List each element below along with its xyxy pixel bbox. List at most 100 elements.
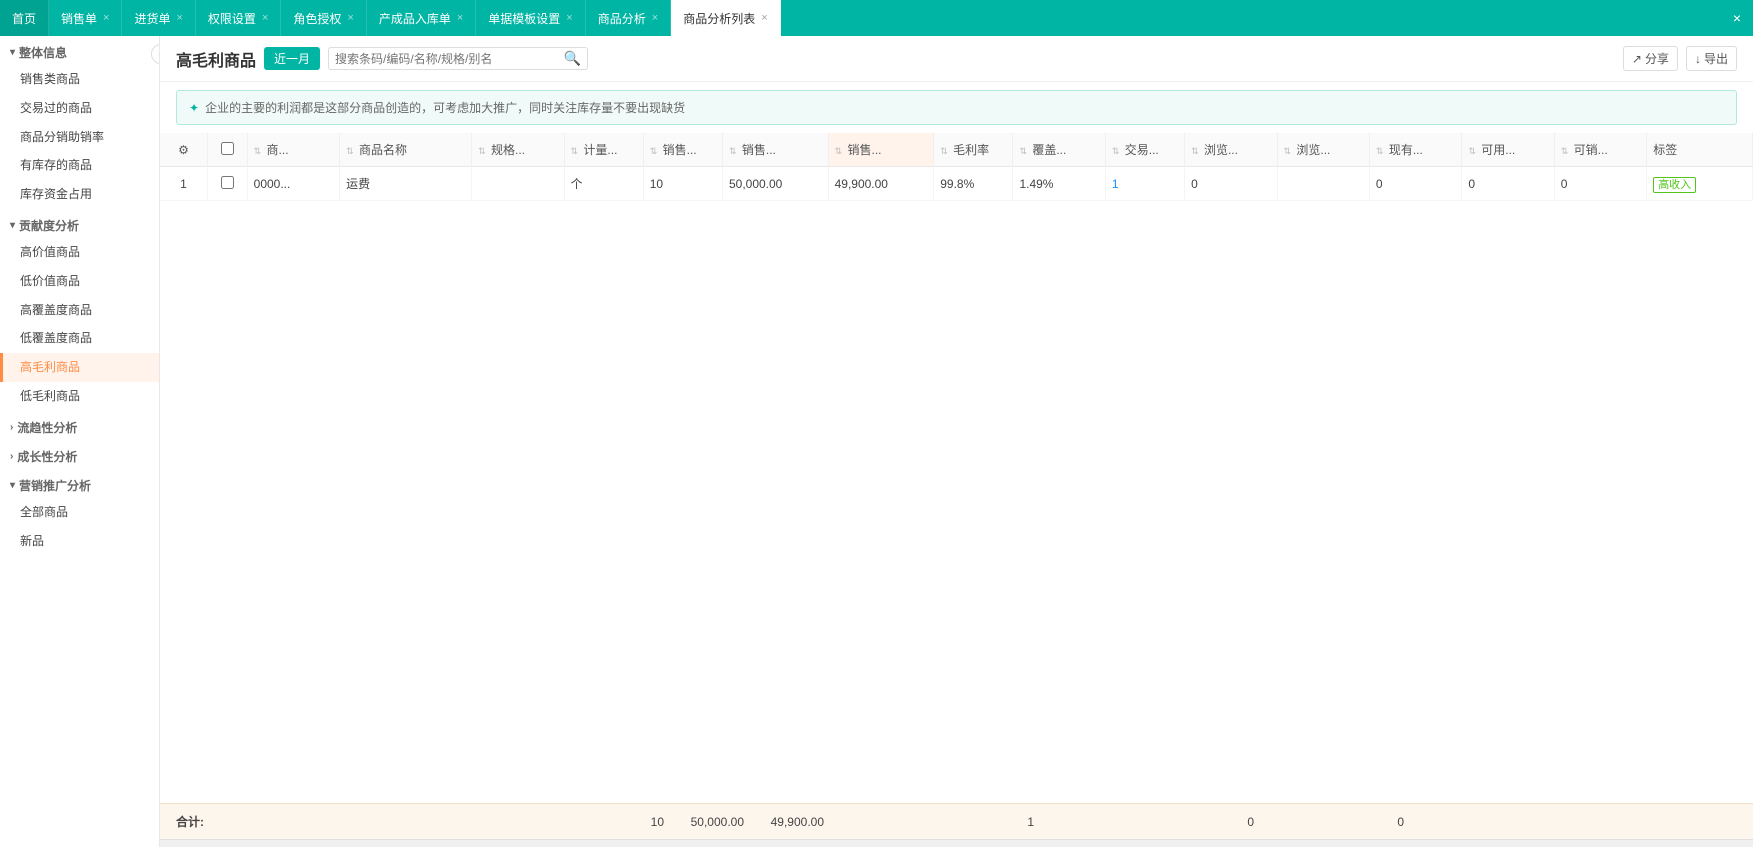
sidebar-item-high-margin[interactable]: 高毛利商品: [0, 353, 159, 382]
export-button[interactable]: ↓ 导出: [1686, 46, 1737, 71]
info-banner: ✦ 企业的主要的利润都是这部分商品创造的，可考虑加大推广，同时关注库存量不要出现…: [176, 90, 1737, 125]
th-gross-rate[interactable]: ⇅ 毛利率: [934, 133, 1013, 167]
cell-stock1: 0: [1369, 167, 1461, 201]
cell-tag: 高收入: [1647, 167, 1753, 201]
th-stock2[interactable]: ⇅ 可用...: [1462, 133, 1554, 167]
th-tag[interactable]: 标签: [1647, 133, 1753, 167]
table-row: 1 0000... 运费 个 10 50,000.00 49,900.00 99…: [160, 167, 1753, 201]
nav-tab-purchase[interactable]: 进货单 ×: [122, 0, 195, 36]
close-purchase-tab[interactable]: ×: [176, 12, 182, 24]
th-stock1[interactable]: ⇅ 现有...: [1369, 133, 1461, 167]
trade-link[interactable]: 1: [1112, 177, 1119, 191]
th-sellable[interactable]: ⇅ 可销...: [1554, 133, 1646, 167]
group-arrow-growth: ›: [10, 451, 13, 462]
th-spec[interactable]: ⇅ 规格...: [472, 133, 564, 167]
sidebar-item-high-value[interactable]: 高价值商品: [0, 238, 159, 267]
nav-tab-permissions[interactable]: 权限设置 ×: [196, 0, 281, 36]
th-unit[interactable]: ⇅ 计量...: [564, 133, 643, 167]
th-sales-qty[interactable]: ⇅ 销售...: [643, 133, 722, 167]
sort-icon-gross-rate: ⇅: [940, 146, 948, 156]
nav-tab-home[interactable]: 首页: [0, 0, 49, 36]
group-arrow-overall: ▾: [10, 47, 15, 58]
cell-checkbox[interactable]: [208, 167, 248, 201]
cell-unit: 个: [564, 167, 643, 201]
th-browse2[interactable]: ⇅ 浏览...: [1277, 133, 1369, 167]
nav-tab-roles[interactable]: 角色授权 ×: [281, 0, 366, 36]
close-permissions-tab[interactable]: ×: [262, 12, 268, 24]
table-wrapper: ⚙ ⇅ 商... ⇅ 商品名称 ⇅ 规格...: [160, 133, 1753, 803]
th-name[interactable]: ⇅ 商品名称: [340, 133, 472, 167]
table-header-row: ⚙ ⇅ 商... ⇅ 商品名称 ⇅ 规格...: [160, 133, 1753, 167]
sort-icon-stock2: ⇅: [1468, 146, 1476, 156]
close-goods-analysis-tab[interactable]: ×: [652, 12, 658, 24]
cell-sales-cost: 49,900.00: [828, 167, 934, 201]
cell-stock2: 0: [1462, 167, 1554, 201]
sidebar-item-stock-funds[interactable]: 库存资金占用: [0, 180, 159, 209]
footer-summary: 合计: 10 50,000.00 49,900.00 1 0 0: [160, 803, 1753, 839]
horizontal-scrollbar[interactable]: [160, 839, 1753, 847]
cell-sales-qty: 10: [643, 167, 722, 201]
nav-tab-goods-analysis[interactable]: 商品分析 ×: [586, 0, 671, 36]
th-sales-cost[interactable]: ⇅ 销售...: [828, 133, 934, 167]
cell-gross-rate: 99.8%: [934, 167, 1013, 201]
main-layout: « ▾ 整体信息 销售类商品 交易过的商品 商品分销助销率 有库存的商品 库存资…: [0, 36, 1753, 847]
sidebar-item-sales-goods[interactable]: 销售类商品: [0, 65, 159, 94]
th-browse1[interactable]: ⇅ 浏览...: [1185, 133, 1277, 167]
sidebar-item-in-stock-goods[interactable]: 有库存的商品: [0, 151, 159, 180]
footer-trade: 1: [960, 815, 1040, 829]
share-button[interactable]: ↗ 分享: [1623, 46, 1678, 71]
sidebar-group-growth[interactable]: › 成长性分析: [0, 440, 159, 469]
sort-icon-sellable: ⇅: [1561, 146, 1569, 156]
cell-name: 运费: [340, 167, 472, 201]
th-settings[interactable]: ⚙: [160, 133, 208, 167]
share-icon: ↗: [1632, 52, 1642, 66]
sidebar-item-new-goods[interactable]: 新品: [0, 527, 159, 556]
nav-tab-product-inbound[interactable]: 产成品入库单 ×: [367, 0, 476, 36]
sidebar-item-all-goods[interactable]: 全部商品: [0, 498, 159, 527]
th-checkbox[interactable]: [208, 133, 248, 167]
nav-tab-sales[interactable]: 销售单 ×: [49, 0, 122, 36]
search-icon[interactable]: 🔍: [564, 50, 581, 67]
close-all-tabs[interactable]: ×: [1721, 10, 1753, 26]
cell-sales-amt: 50,000.00: [722, 167, 828, 201]
sidebar-group-marketing[interactable]: ▾ 营销推广分析: [0, 469, 159, 498]
close-sales-tab[interactable]: ×: [103, 12, 109, 24]
sort-icon-sales-cost: ⇅: [835, 146, 843, 156]
sidebar-item-low-margin[interactable]: 低毛利商品: [0, 382, 159, 411]
nav-tab-template[interactable]: 单据模板设置 ×: [476, 0, 585, 36]
group-arrow-trend: ›: [10, 422, 13, 433]
cell-sellable: 0: [1554, 167, 1646, 201]
sidebar-item-low-value[interactable]: 低价值商品: [0, 267, 159, 296]
sidebar-item-high-coverage[interactable]: 高覆盖度商品: [0, 296, 159, 325]
select-all-checkbox[interactable]: [221, 142, 234, 155]
sort-icon-browse2: ⇅: [1284, 146, 1292, 156]
sidebar-group-trend[interactable]: › 流趋性分析: [0, 411, 159, 440]
sort-icon-sales-qty: ⇅: [650, 146, 658, 156]
sidebar-group-contribution[interactable]: ▾ 贡献度分析: [0, 209, 159, 238]
close-product-inbound-tab[interactable]: ×: [457, 12, 463, 24]
info-icon: ✦: [189, 101, 199, 115]
cell-cover: 1.49%: [1013, 167, 1105, 201]
row-checkbox[interactable]: [221, 176, 234, 189]
close-roles-tab[interactable]: ×: [347, 12, 353, 24]
cell-trade: 1: [1105, 167, 1184, 201]
search-box: 🔍: [328, 47, 588, 70]
group-arrow-marketing: ▾: [10, 480, 15, 491]
sidebar-item-distribution-rate[interactable]: 商品分销助销率: [0, 123, 159, 152]
close-goods-list-tab[interactable]: ×: [761, 12, 767, 24]
th-cover[interactable]: ⇅ 覆盖...: [1013, 133, 1105, 167]
th-code[interactable]: ⇅ 商...: [247, 133, 339, 167]
th-trade[interactable]: ⇅ 交易...: [1105, 133, 1184, 167]
search-input[interactable]: [335, 52, 564, 66]
time-filter-button[interactable]: 近一月: [264, 47, 320, 70]
th-sales-amt[interactable]: ⇅ 销售...: [722, 133, 828, 167]
content-header: 高毛利商品 近一月 🔍 ↗ 分享 ↓ 导出: [160, 36, 1753, 82]
nav-tab-goods-list[interactable]: 商品分析列表 ×: [671, 0, 780, 36]
close-template-tab[interactable]: ×: [566, 12, 572, 24]
sidebar-item-traded-goods[interactable]: 交易过的商品: [0, 94, 159, 123]
group-arrow-contribution: ▾: [10, 220, 15, 231]
sidebar-group-overall[interactable]: ▾ 整体信息: [0, 36, 159, 65]
sort-icon-cover: ⇅: [1019, 146, 1027, 156]
sort-icon-sales-amt: ⇅: [729, 146, 737, 156]
sidebar-item-low-coverage[interactable]: 低覆盖度商品: [0, 324, 159, 353]
